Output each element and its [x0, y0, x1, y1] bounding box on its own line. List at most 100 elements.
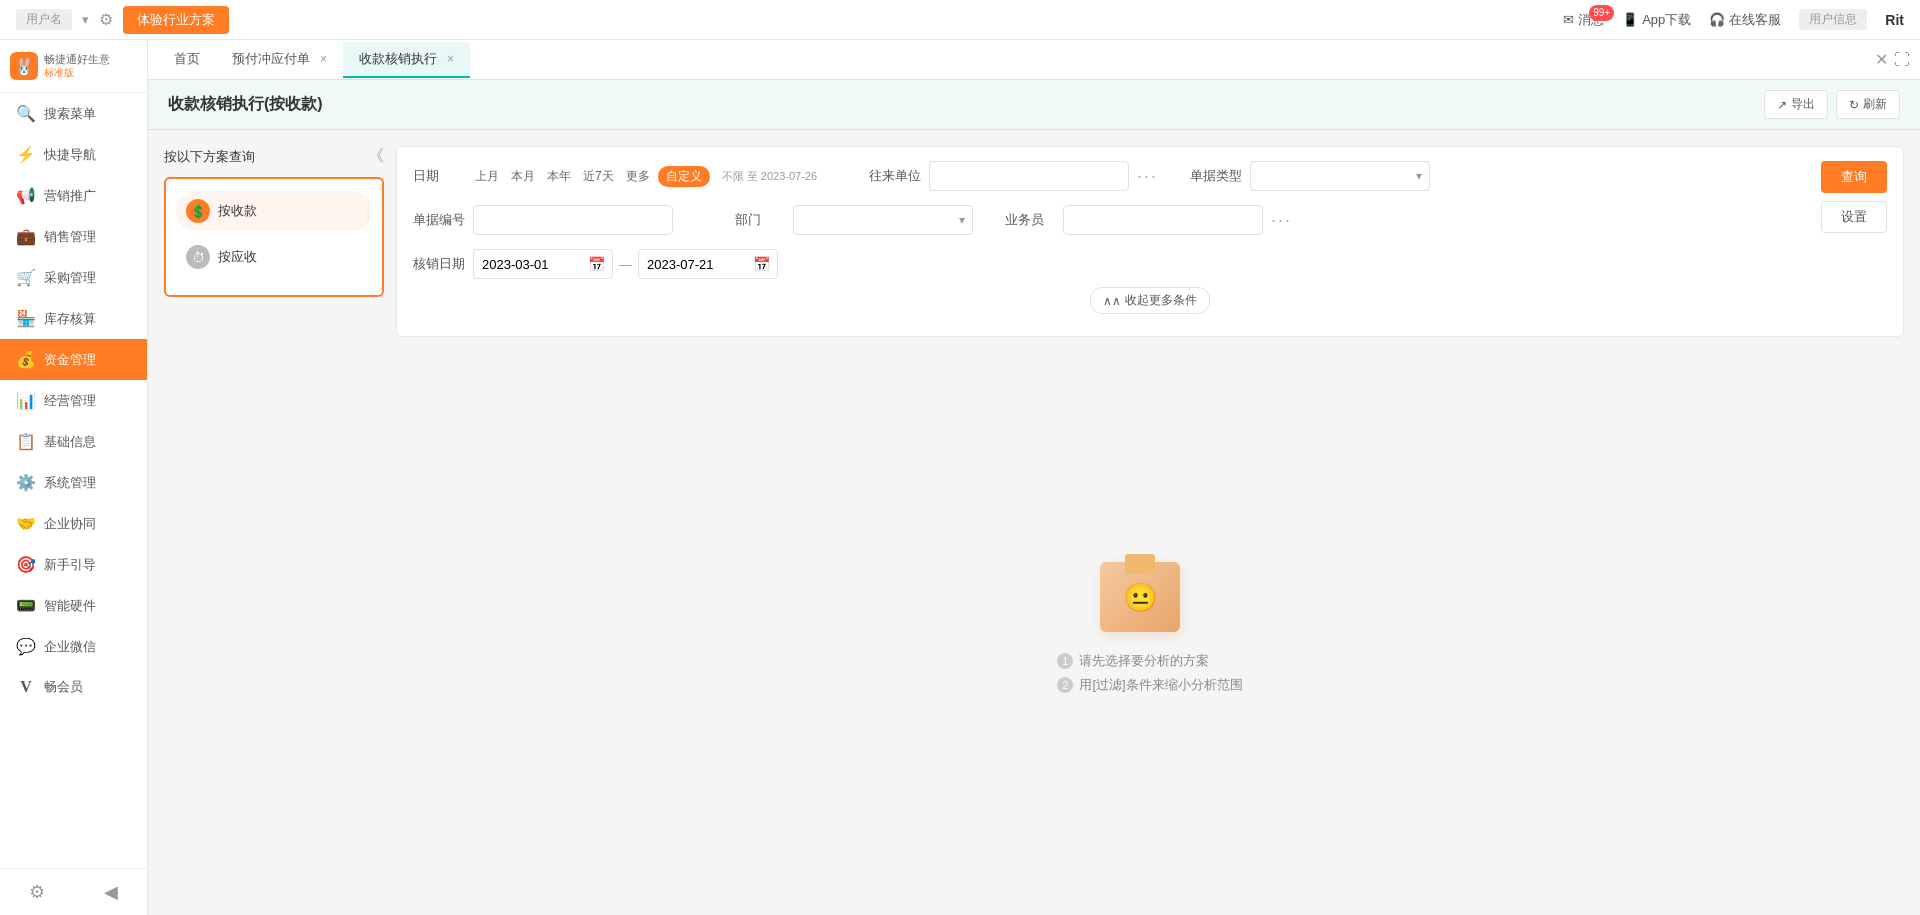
- docno-label: 单据编号: [413, 211, 465, 229]
- page-header-actions: ↗ 导出 ↻ 刷新: [1764, 90, 1900, 119]
- sidebar-label-cooperation: 企业协同: [44, 515, 96, 533]
- sidebar-label-management: 经营管理: [44, 392, 96, 410]
- system-icon: ⚙️: [16, 473, 36, 492]
- app-download-button[interactable]: 📱 App下载: [1622, 11, 1691, 29]
- sidebar-item-quicknav[interactable]: ⚡ 快捷导航: [0, 134, 147, 175]
- hint-num-2: 2: [1057, 677, 1073, 693]
- partner-input[interactable]: [929, 161, 1129, 191]
- settings-icon[interactable]: ⚙: [99, 10, 113, 29]
- sidebar-item-finance[interactable]: 💰 资金管理: [0, 339, 147, 380]
- sidebar-item-guide[interactable]: 🎯 新手引导: [0, 544, 147, 585]
- user-info[interactable]: 用户信息: [1799, 9, 1867, 30]
- verify-date-label: 核销日期: [413, 255, 465, 273]
- finance-icon: 💰: [16, 350, 36, 369]
- this-month-btn[interactable]: 本月: [507, 166, 539, 187]
- top-bar-right: ✉ 消息 99+ 📱 App下载 🎧 在线客服 用户信息 Rit: [1563, 9, 1904, 30]
- query-button[interactable]: 查询: [1821, 161, 1887, 193]
- sidebar-item-marketing[interactable]: 📢 营销推广: [0, 175, 147, 216]
- sidebar-item-sales[interactable]: 💼 销售管理: [0, 216, 147, 257]
- this-year-btn[interactable]: 本年: [543, 166, 575, 187]
- last7days-btn[interactable]: 近7天: [579, 166, 618, 187]
- empty-hints: 1 请先选择要分析的方案 2 用[过滤]条件来缩小分析范围: [1057, 652, 1242, 694]
- sidebar-item-basic[interactable]: 📋 基础信息: [0, 421, 147, 462]
- filter-by-receivable[interactable]: ⏱ 按应收: [176, 237, 372, 277]
- sidebar-label-finance: 资金管理: [44, 351, 96, 369]
- last-month-btn[interactable]: 上月: [471, 166, 503, 187]
- salesperson-dots-btn[interactable]: ···: [1271, 210, 1292, 231]
- partner-dots-btn[interactable]: ···: [1137, 166, 1158, 187]
- filter-receipt-label: 按收款: [218, 202, 257, 220]
- more-shortcut-btn[interactable]: 更多: [622, 166, 654, 187]
- date-range-separator: —: [619, 257, 632, 272]
- doctype-label: 单据类型: [1190, 167, 1242, 185]
- doctype-select[interactable]: [1250, 161, 1430, 191]
- phone-icon: 📱: [1622, 12, 1638, 27]
- empty-box: 😐: [1100, 562, 1180, 632]
- custom-date-btn[interactable]: 自定义: [658, 166, 710, 187]
- filter-by-receipt[interactable]: 💲 按收款: [176, 191, 372, 231]
- docno-item: 单据编号: [413, 205, 673, 235]
- dept-select[interactable]: [793, 205, 973, 235]
- sidebar-label-hardware: 智能硬件: [44, 597, 96, 615]
- refresh-button[interactable]: ↻ 刷新: [1836, 90, 1900, 119]
- sidebar-item-system[interactable]: ⚙️ 系统管理: [0, 462, 147, 503]
- sidebar-item-inventory[interactable]: 🏪 库存核算: [0, 298, 147, 339]
- sidebar-logo: 🐰 畅捷通好生意 标准版: [0, 40, 147, 93]
- sidebar-label-guide: 新手引导: [44, 556, 96, 574]
- tab-receivable[interactable]: 收款核销执行 ×: [343, 42, 470, 78]
- tab-receivable-close[interactable]: ×: [447, 52, 454, 66]
- online-service-button[interactable]: 🎧 在线客服: [1709, 11, 1781, 29]
- partner-item: 往来单位 ···: [869, 161, 1158, 191]
- search-menu-icon: 🔍: [16, 104, 36, 123]
- sidebar-gear-button[interactable]: ⚙: [19, 877, 55, 907]
- sidebar-item-purchase[interactable]: 🛒 采购管理: [0, 257, 147, 298]
- verify-date-item: 核销日期 📅 —: [413, 249, 778, 279]
- sidebar-item-cooperation[interactable]: 🤝 企业协同: [0, 503, 147, 544]
- filter-box: 💲 按收款 ⏱ 按应收: [164, 177, 384, 297]
- brand-dropdown-icon[interactable]: ▾: [82, 12, 89, 27]
- collapse-row: ∧∧ 收起更多条件: [413, 279, 1887, 322]
- page-header: 收款核销执行(按收款) ↗ 导出 ↻ 刷新: [148, 80, 1920, 130]
- sidebar-item-management[interactable]: 📊 经营管理: [0, 380, 147, 421]
- tab-prepay[interactable]: 预付冲应付单 ×: [216, 42, 343, 78]
- filter-collapse-button[interactable]: 《: [368, 146, 384, 167]
- window-close-icon[interactable]: ✕: [1875, 50, 1888, 69]
- hardware-icon: 📟: [16, 596, 36, 615]
- sidebar-label-wechat: 企业微信: [44, 638, 96, 656]
- receipt-filter-icon: 💲: [186, 199, 210, 223]
- solution-button[interactable]: 体验行业方案: [123, 6, 229, 34]
- message-button[interactable]: ✉ 消息 99+: [1563, 11, 1604, 29]
- sidebar-item-wechat[interactable]: 💬 企业微信: [0, 626, 147, 667]
- docno-input[interactable]: [473, 205, 673, 235]
- sidebar-collapse-button[interactable]: ◀: [94, 877, 128, 907]
- query-panel: 日期 上月 本月 本年 近7天 更多 自定义: [396, 146, 1904, 899]
- setting-button[interactable]: 设置: [1821, 201, 1887, 233]
- collapse-conditions-button[interactable]: ∧∧ 收起更多条件: [1090, 287, 1210, 314]
- window-expand-icon[interactable]: ⛶: [1894, 51, 1910, 69]
- tab-home-label: 首页: [174, 50, 200, 68]
- filter-panel: 按以下方案查询 《 💲 按收款 ⏱ 按应收: [164, 146, 384, 899]
- sidebar-label-basic: 基础信息: [44, 433, 96, 451]
- sidebar: 🐰 畅捷通好生意 标准版 🔍 搜索菜单 ⚡ 快捷导航 📢 营销推广 💼 销售管理…: [0, 40, 148, 915]
- export-button[interactable]: ↗ 导出: [1764, 90, 1828, 119]
- verify-end-wrap: 📅: [638, 249, 778, 279]
- verify-start-calendar-icon[interactable]: 📅: [588, 256, 605, 272]
- verify-end-calendar-icon[interactable]: 📅: [753, 256, 770, 272]
- dept-select-wrap: ▾: [793, 205, 973, 235]
- message-icon: ✉: [1563, 12, 1574, 27]
- export-icon: ↗: [1777, 98, 1787, 112]
- date-shortcuts: 上月 本月 本年 近7天 更多 自定义: [471, 166, 710, 187]
- sidebar-item-search[interactable]: 🔍 搜索菜单: [0, 93, 147, 134]
- sidebar-item-hardware[interactable]: 📟 智能硬件: [0, 585, 147, 626]
- sidebar-item-vip[interactable]: V 畅会员: [0, 667, 147, 707]
- salesperson-input[interactable]: [1063, 205, 1263, 235]
- hint-text-2: 用[过滤]条件来缩小分析范围: [1079, 676, 1242, 694]
- tab-home[interactable]: 首页: [158, 42, 216, 78]
- export-label: 导出: [1791, 96, 1815, 113]
- logo-icon: 🐰: [10, 52, 38, 80]
- wechat-icon: 💬: [16, 637, 36, 656]
- user-rit-label: Rit: [1885, 12, 1904, 28]
- tab-prepay-close[interactable]: ×: [320, 52, 327, 66]
- form-main: 日期 上月 本月 本年 近7天 更多 自定义: [413, 161, 1809, 279]
- dept-item: 部门 ▾: [735, 205, 973, 235]
